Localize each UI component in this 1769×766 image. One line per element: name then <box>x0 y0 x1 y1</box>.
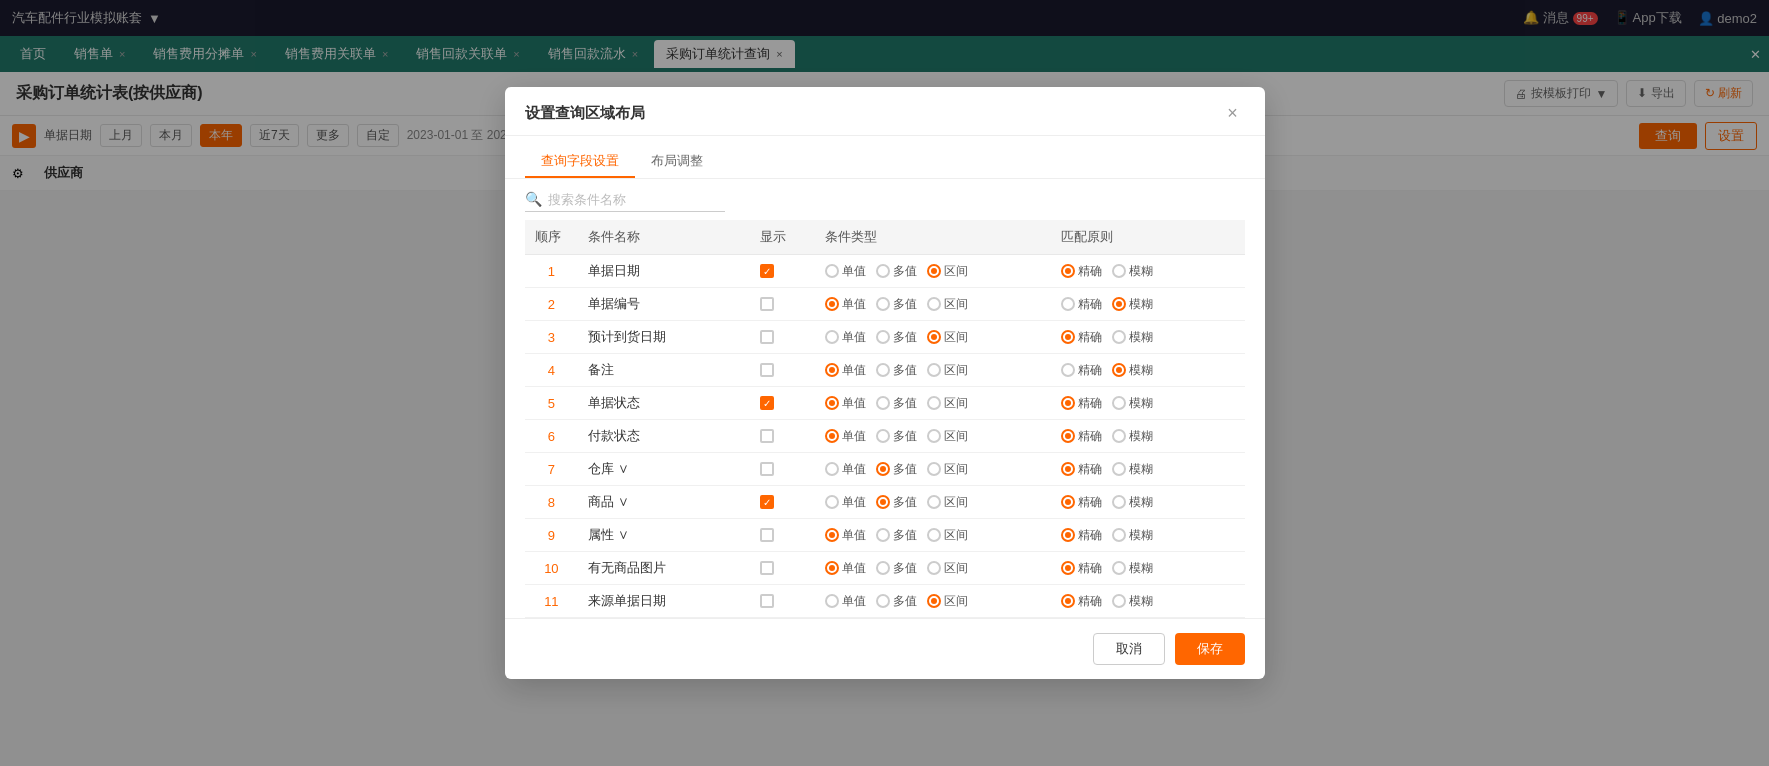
modal-tab-layout[interactable]: 布局调整 <box>635 146 719 178</box>
modal-dialog: 设置查询区域布局 × 查询字段设置 布局调整 🔍 顺序 条件名称 显示 <box>505 87 1265 191</box>
modal-search-area: 🔍 <box>505 179 1265 191</box>
modal-close-button[interactable]: × <box>1221 101 1245 125</box>
modal-overlay: 设置查询区域布局 × 查询字段设置 布局调整 🔍 顺序 条件名称 显示 <box>0 0 1769 191</box>
modal-tab-query[interactable]: 查询字段设置 <box>525 146 635 178</box>
modal-header: 设置查询区域布局 × <box>505 87 1265 136</box>
modal-tabs: 查询字段设置 布局调整 <box>505 136 1265 179</box>
modal-title: 设置查询区域布局 <box>525 104 645 123</box>
